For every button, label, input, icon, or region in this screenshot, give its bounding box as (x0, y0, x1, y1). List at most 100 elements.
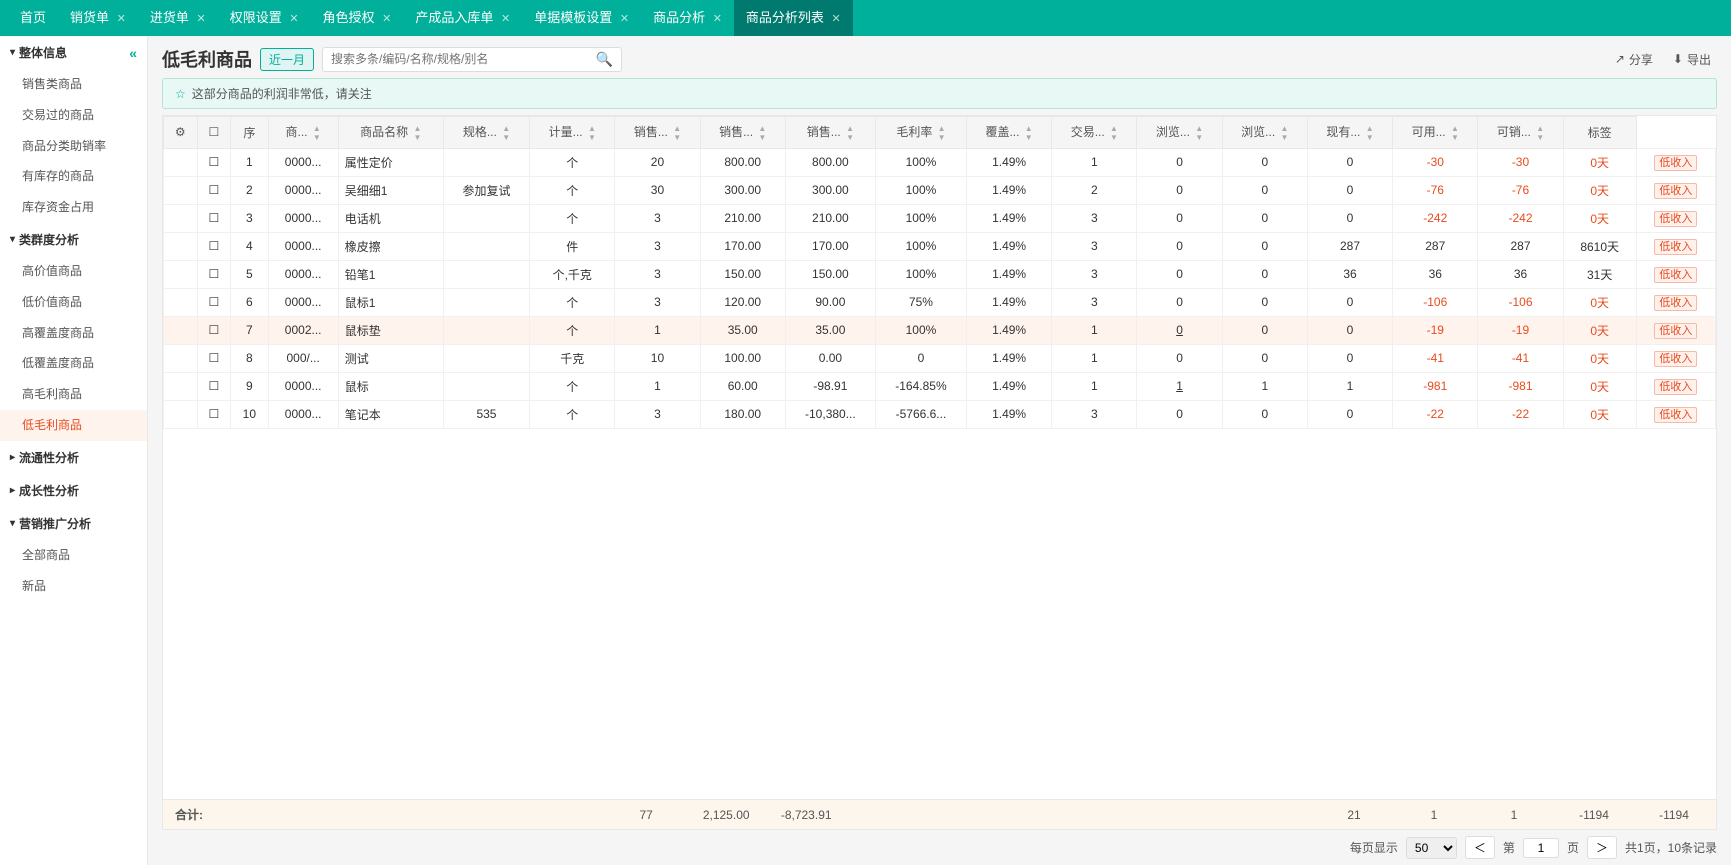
nav-goods-analysis-close[interactable]: ✕ (713, 13, 722, 25)
row-checkbox[interactable]: ☐ (197, 232, 231, 260)
row-checkbox[interactable]: ☐ (197, 204, 231, 232)
row-salable: 0天 (1563, 204, 1636, 232)
row-checkbox[interactable]: ☐ (197, 316, 231, 344)
row-salable: 31天 (1563, 260, 1636, 288)
row-checkbox[interactable]: ☐ (197, 288, 231, 316)
share-button[interactable]: ↗ 分享 (1609, 48, 1659, 71)
row-usable: -76 (1478, 176, 1563, 204)
col-trade[interactable]: 交易... ▲▼ (1052, 117, 1137, 149)
sidebar-item-sales-goods[interactable]: 销售类商品 (0, 69, 147, 100)
col-usable[interactable]: 可用... ▲▼ (1393, 117, 1478, 149)
row-usable: 287 (1478, 232, 1563, 260)
col-gross-rate[interactable]: 毛利率 ▲▼ (875, 117, 966, 149)
row-checkbox[interactable]: ☐ (197, 148, 231, 176)
nav-roles[interactable]: 角色授权 ✕ (311, 0, 404, 36)
next-page-button[interactable]: ＞ (1587, 836, 1617, 859)
col-browse2[interactable]: 浏览... ▲▼ (1222, 117, 1307, 149)
sidebar-item-category-rate[interactable]: 商品分类助销率 (0, 131, 147, 162)
nav-home[interactable]: 首页 (8, 0, 58, 36)
row-checkbox[interactable]: ☐ (197, 176, 231, 204)
row-code: 0000... (268, 204, 338, 232)
sidebar-item-stocked-goods[interactable]: 有库存的商品 (0, 161, 147, 192)
nav-permissions[interactable]: 权限设置 ✕ (218, 0, 311, 36)
table-footer: 合计: 77 2,125.00 -8,723.91 21 1 1 -1194 -… (162, 800, 1717, 830)
nav-product-entry[interactable]: 产成品入库单 ✕ (403, 0, 522, 36)
sidebar-item-new-goods[interactable]: 新品 (0, 571, 147, 602)
per-page-select[interactable]: 50 100 200 (1406, 837, 1457, 859)
col-coverage[interactable]: 覆盖... ▲▼ (966, 117, 1051, 149)
nav-goods-analysis[interactable]: 商品分析 ✕ (641, 0, 734, 36)
row-name: 橡皮擦 (338, 232, 443, 260)
col-sales-qty[interactable]: 销售... ▲▼ (615, 117, 700, 149)
col-spec[interactable]: 规格... ▲▼ (443, 117, 529, 149)
sidebar-item-low-margin[interactable]: 低毛利商品 (0, 410, 147, 441)
nav-purchase[interactable]: 进货单 ✕ (138, 0, 218, 36)
nav-roles-close[interactable]: ✕ (382, 13, 391, 25)
row-checkbox[interactable]: ☐ (197, 400, 231, 428)
search-icon[interactable]: 🔍 (596, 51, 613, 68)
col-sales-amount[interactable]: 销售... ▲▼ (785, 117, 875, 149)
sidebar-item-capital[interactable]: 库存资金占用 (0, 192, 147, 223)
row-code: 0000... (268, 148, 338, 176)
row-checkbox[interactable]: ☐ (197, 260, 231, 288)
row-usable: -19 (1478, 316, 1563, 344)
nav-sales[interactable]: 销货单 ✕ (58, 0, 138, 36)
col-name[interactable]: 商品名称 ▲▼ (338, 117, 443, 149)
row-browse2: 0 (1307, 400, 1392, 428)
sidebar-item-all-goods[interactable]: 全部商品 (0, 540, 147, 571)
row-code: 0000... (268, 400, 338, 428)
sidebar-group-marketing[interactable]: ▾ 营销推广分析 (0, 507, 147, 540)
sidebar-group-cluster[interactable]: ▾ 类群度分析 (0, 223, 147, 256)
col-checkbox-all[interactable]: ☐ (197, 117, 231, 149)
row-salable: 0天 (1563, 400, 1636, 428)
nav-goods-analysis-list[interactable]: 商品分析列表 ✕ (734, 0, 853, 36)
search-input[interactable] (331, 52, 596, 66)
col-code[interactable]: 商... ▲▼ (268, 117, 338, 149)
row-tag: 低收入 (1636, 232, 1715, 260)
nav-purchase-close[interactable]: ✕ (196, 13, 205, 25)
col-stock[interactable]: 现有... ▲▼ (1307, 117, 1392, 149)
prev-page-button[interactable]: ＜ (1465, 836, 1495, 859)
row-unit: 个 (530, 176, 615, 204)
col-unit[interactable]: 计量... ▲▼ (530, 117, 615, 149)
row-checkbox[interactable]: ☐ (197, 372, 231, 400)
row-rate: 75% (875, 288, 966, 316)
filter-tag-recent[interactable]: 近一月 (260, 48, 314, 71)
row-spec: 参加复试 (443, 176, 529, 204)
col-no: 序 (231, 117, 268, 149)
row-trade: 0 (1137, 400, 1222, 428)
row-qty: 1 (615, 316, 700, 344)
export-button[interactable]: ⬇ 导出 (1667, 48, 1717, 71)
row-browse1: 0 (1222, 344, 1307, 372)
col-sales-price[interactable]: 销售... ▲▼ (700, 117, 785, 149)
nav-product-entry-close[interactable]: ✕ (501, 13, 510, 25)
col-settings[interactable]: ⚙ (164, 117, 198, 149)
sidebar-group-overall[interactable]: ▾ 整体信息 « (0, 36, 147, 69)
sidebar-collapse-btn[interactable]: « (129, 45, 137, 61)
nav-permissions-close[interactable]: ✕ (289, 13, 298, 25)
row-cover: 1 (1052, 148, 1137, 176)
nav-template[interactable]: 单据模板设置 ✕ (522, 0, 641, 36)
sidebar-item-traded-goods[interactable]: 交易过的商品 (0, 100, 147, 131)
table-row: ☐ 9 0000... 鼠标 个 1 60.00 -98.91 -164.85%… (164, 372, 1716, 400)
row-tag: 低收入 (1636, 148, 1715, 176)
sidebar-item-low-coverage[interactable]: 低覆盖度商品 (0, 348, 147, 379)
row-checkbox[interactable]: ☐ (197, 344, 231, 372)
col-salable[interactable]: 可销... ▲▼ (1478, 117, 1563, 149)
sidebar-item-high-value[interactable]: 高价值商品 (0, 256, 147, 287)
row-browse2: 0 (1307, 204, 1392, 232)
page-input[interactable] (1523, 838, 1559, 858)
table-row: ☐ 3 0000... 电话机 个 3 210.00 210.00 100% 1… (164, 204, 1716, 232)
row-unit: 个 (530, 288, 615, 316)
nav-sales-close[interactable]: ✕ (117, 13, 126, 25)
footer-label: 合计: (175, 806, 203, 823)
sidebar-item-high-coverage[interactable]: 高覆盖度商品 (0, 318, 147, 349)
sidebar-item-high-margin[interactable]: 高毛利商品 (0, 379, 147, 410)
row-code: 0000... (268, 372, 338, 400)
col-browse1[interactable]: 浏览... ▲▼ (1137, 117, 1222, 149)
sidebar-group-circulation[interactable]: ▸ 流通性分析 (0, 441, 147, 474)
nav-goods-analysis-list-close[interactable]: ✕ (832, 13, 841, 25)
nav-template-close[interactable]: ✕ (620, 13, 629, 25)
sidebar-group-growth[interactable]: ▸ 成长性分析 (0, 474, 147, 507)
sidebar-item-low-value[interactable]: 低价值商品 (0, 287, 147, 318)
